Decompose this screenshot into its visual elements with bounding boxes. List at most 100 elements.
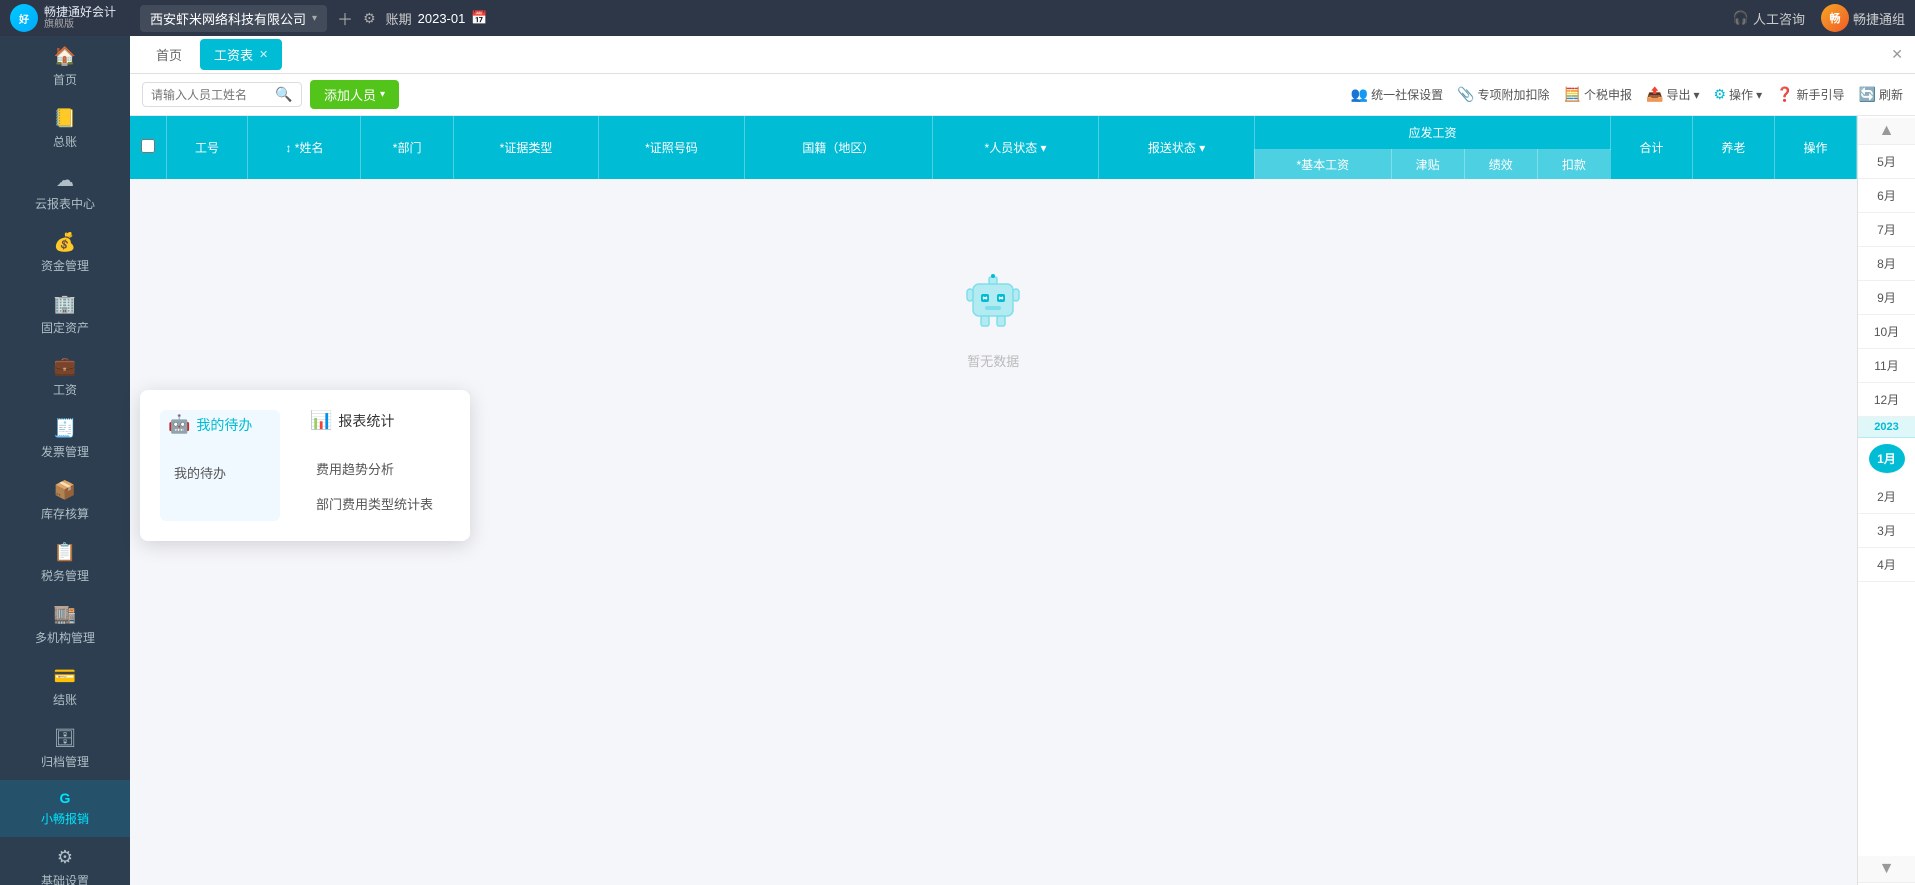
sidebar-item-archive[interactable]: 🗄 归档管理 [0, 718, 130, 780]
sidebar-item-cloud-report[interactable]: ☁ 云报表中心 [0, 160, 130, 222]
header-middle: ＋ ⚙ 账期 2023-01 📅 [337, 6, 488, 30]
month-item-2022-08[interactable]: 8月 [1858, 247, 1915, 281]
export-icon: 📤 [1646, 86, 1663, 103]
company-dropdown-arrow: ▾ [312, 13, 317, 24]
customer-service-btn[interactable]: 🎧 人工咨询 [1733, 9, 1805, 28]
refresh-icon: 🔄 [1859, 86, 1876, 103]
add-icon[interactable]: ＋ [337, 6, 353, 30]
tab-salary-table-close[interactable]: ✕ [259, 48, 268, 61]
sidebar-item-salary[interactable]: 💼 工资 [0, 346, 130, 408]
company-selector[interactable]: 西安虾米网络科技有限公司 ▾ [140, 5, 327, 32]
month-item-2022-12[interactable]: 12月 [1858, 383, 1915, 417]
export-dropdown-arrow: ▾ [1693, 88, 1699, 102]
sidebar-item-basic-settings[interactable]: ⚙ 基础设置 [0, 837, 130, 885]
export-btn[interactable]: 📤 导出 ▾ [1646, 86, 1699, 103]
refresh-btn[interactable]: 🔄 刷新 [1859, 86, 1903, 103]
search-input[interactable] [151, 88, 271, 102]
sidebar-item-inventory[interactable]: 📦 库存核算 [0, 470, 130, 532]
sidebar-label-settlement: 结账 [53, 691, 77, 708]
toolbar: 🔍 添加人员 ▾ 👥 统一社保设置 📎 专项附加扣除 🧮 个税申报 [130, 74, 1915, 116]
month-item-2023-04[interactable]: 4月 [1858, 548, 1915, 582]
month-item-2022-07[interactable]: 7月 [1858, 213, 1915, 247]
month-nav-down-btn[interactable]: ▼ [1858, 856, 1915, 883]
new-guide-action-icon: ❓ [1776, 86, 1793, 103]
month-panel: ▲ 5月 6月 7月 8月 9月 10月 11月 12月 2023 1月 2月 … [1857, 116, 1915, 885]
tab-salary-table[interactable]: 工资表 ✕ [200, 39, 282, 70]
personal-tax-btn[interactable]: 🧮 个税申报 [1564, 86, 1632, 103]
new-guide-btn[interactable]: ❓ 新手引导 [1776, 86, 1844, 103]
sidebar: 🏠 首页 📒 总账 ☁ 云报表中心 💰 资金管理 🏢 固定资产 💼 工资 🧾 发… [0, 36, 130, 885]
empty-state-illustration [953, 259, 1033, 339]
settings-icon[interactable]: ⚙ [363, 10, 376, 27]
search-icon[interactable]: 🔍 [275, 86, 292, 103]
operations-btn[interactable]: ⚙ 操作 ▾ [1713, 86, 1762, 103]
th-pension: 养老 [1692, 116, 1774, 179]
month-item-2022-10[interactable]: 10月 [1858, 315, 1915, 349]
add-person-button[interactable]: 添加人员 ▾ [310, 80, 399, 109]
calendar-icon[interactable]: 📅 [471, 10, 487, 26]
sidebar-item-mini-expense[interactable]: G 小畅报销 [0, 780, 130, 837]
popup-col-my-todo: 🤖 我的待办 我的待办 [160, 410, 280, 521]
sidebar-label-inventory: 库存核算 [41, 505, 89, 522]
popup-item-dept-expense[interactable]: 部门费用类型统计表 [310, 486, 439, 521]
sidebar-item-multi-org[interactable]: 🏬 多机构管理 [0, 594, 130, 656]
month-item-2022-06[interactable]: 6月 [1858, 179, 1915, 213]
tab-close-all-btn[interactable]: ✕ [1891, 46, 1903, 62]
multi-org-icon: 🏬 [54, 604, 76, 625]
popup-item-my-todo[interactable]: 我的待办 [168, 455, 272, 490]
sidebar-item-fixed-asset[interactable]: 🏢 固定资产 [0, 284, 130, 346]
month-item-2022-09[interactable]: 9月 [1858, 281, 1915, 315]
th-person-status: *人员状态 ▾ [932, 116, 1098, 179]
header-right: 🎧 人工咨询 畅 畅捷通组 [1733, 4, 1905, 32]
export-label: 导出 [1666, 86, 1690, 103]
month-item-2022-11[interactable]: 11月 [1858, 349, 1915, 383]
cloud-icon: ☁ [56, 170, 74, 191]
th-work-no: 工号 [166, 116, 248, 179]
operations-icon: ⚙ [1713, 86, 1726, 103]
home-icon: 🏠 [54, 46, 76, 67]
sidebar-item-home[interactable]: 🏠 首页 [0, 36, 130, 98]
th-allowance: 津贴 [1391, 150, 1464, 180]
sidebar-label-archive: 归档管理 [41, 753, 89, 770]
select-all-checkbox[interactable] [141, 139, 155, 153]
sidebar-label-mini-expense: 小畅报销 [41, 810, 89, 827]
user-profile[interactable]: 畅 畅捷通组 [1821, 4, 1905, 32]
th-deduction: 扣款 [1537, 150, 1610, 180]
month-item-2023-02[interactable]: 2月 [1858, 480, 1915, 514]
sidebar-item-ledger[interactable]: 📒 总账 [0, 98, 130, 160]
th-should-pay: 应发工资 [1254, 116, 1610, 150]
social-security-btn[interactable]: 👥 统一社保设置 [1351, 86, 1443, 103]
personal-tax-label: 个税申报 [1584, 86, 1632, 103]
basic-settings-icon: ⚙ [57, 847, 73, 868]
popup-menu: 🤖 我的待办 我的待办 📊 报表统计 费用趋势分析 部门费用类型统计表 [140, 390, 470, 541]
sidebar-label-basic-settings: 基础设置 [41, 872, 89, 885]
th-checkbox[interactable] [130, 116, 166, 179]
special-deduct-label: 专项附加扣除 [1478, 86, 1550, 103]
chart-icon: 📊 [310, 410, 332, 431]
sidebar-item-settlement[interactable]: 💳 结账 [0, 656, 130, 718]
month-nav-up-btn[interactable]: ▲ [1858, 118, 1915, 145]
search-box[interactable]: 🔍 [142, 82, 302, 107]
popup-col-report-stats-title: 📊 报表统计 [310, 410, 439, 437]
tab-bar-right: ✕ [1891, 46, 1903, 63]
month-item-2023-03[interactable]: 3月 [1858, 514, 1915, 548]
sidebar-label-salary: 工资 [53, 381, 77, 398]
tab-salary-table-label: 工资表 [214, 45, 253, 64]
month-item-2022-05[interactable]: 5月 [1858, 145, 1915, 179]
company-name: 西安虾米网络科技有限公司 [150, 9, 306, 28]
sidebar-label-ledger: 总账 [53, 133, 77, 150]
invoice-icon: 🧾 [54, 418, 76, 439]
building-icon: 🏢 [54, 294, 76, 315]
th-id-type: *证据类型 [453, 116, 598, 179]
popup-item-expense-trend[interactable]: 费用趋势分析 [310, 451, 439, 486]
sidebar-item-fund[interactable]: 💰 资金管理 [0, 222, 130, 284]
sidebar-label-multi-org: 多机构管理 [35, 629, 95, 646]
sidebar-item-tax[interactable]: 📋 税务管理 [0, 532, 130, 594]
sidebar-item-invoice[interactable]: 🧾 发票管理 [0, 408, 130, 470]
avatar: 畅 [1821, 4, 1849, 32]
month-item-2023-01[interactable]: 1月 [1869, 444, 1905, 474]
tab-home[interactable]: 首页 [142, 39, 196, 70]
top-header: 好 畅捷通好会计 旗舰版 西安虾米网络科技有限公司 ▾ ＋ ⚙ 账期 2023-… [0, 0, 1915, 36]
special-deduct-btn[interactable]: 📎 专项附加扣除 [1457, 86, 1549, 103]
th-id-no: *证照号码 [599, 116, 744, 179]
